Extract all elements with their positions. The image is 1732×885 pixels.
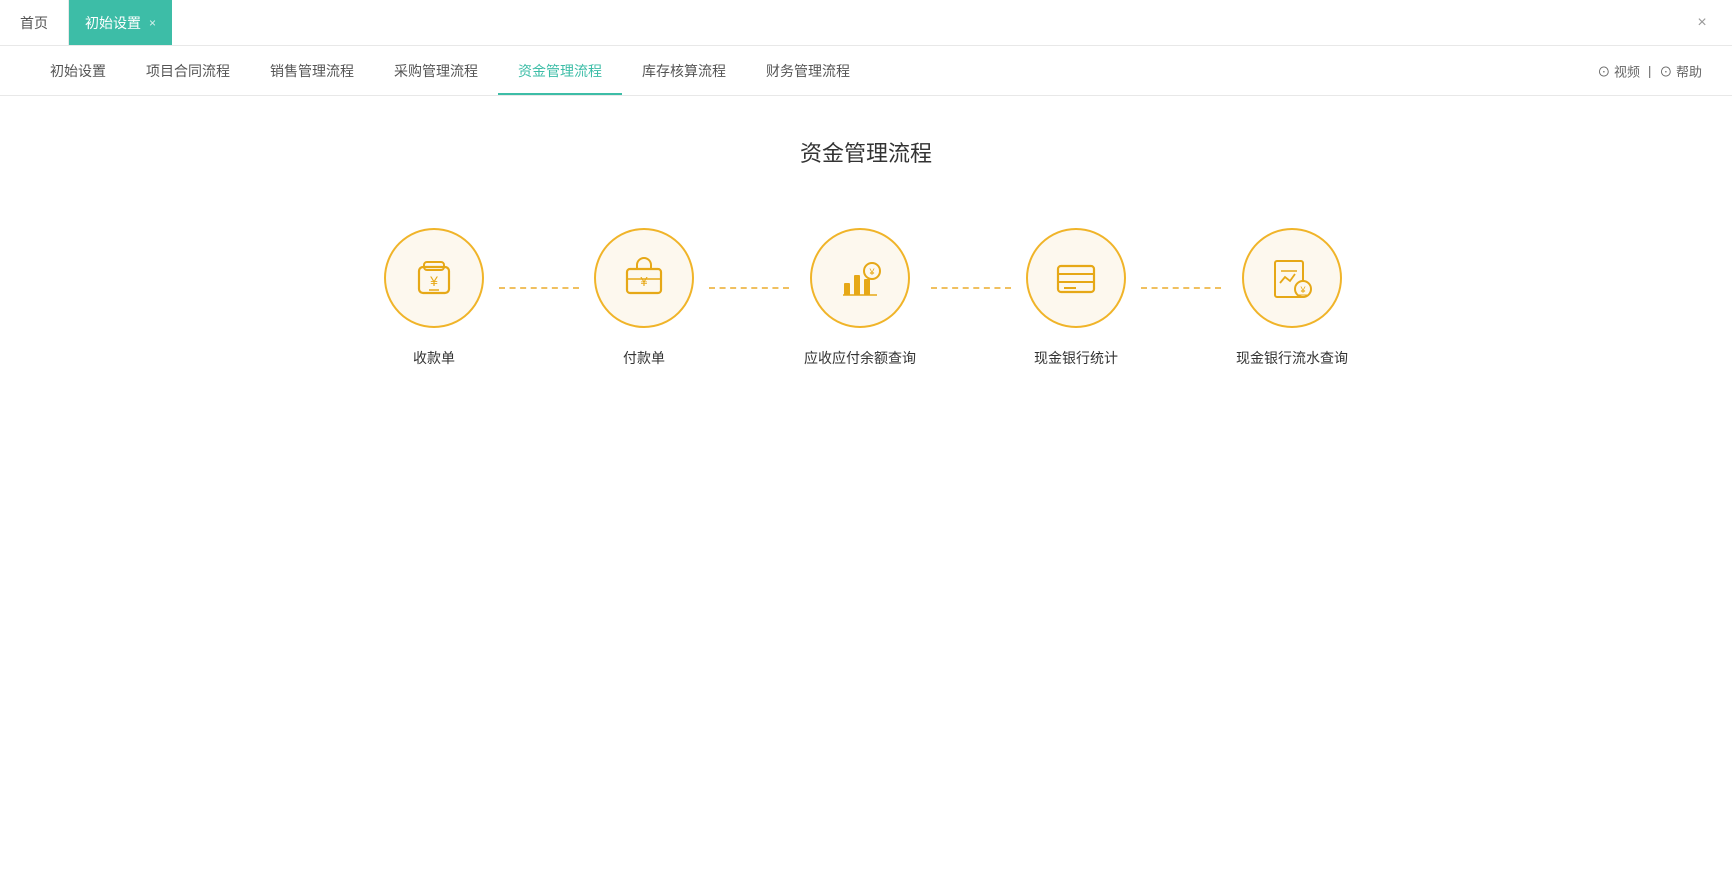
help-link[interactable]: ⊙ 帮助 [1659, 61, 1702, 80]
balance-svg: ¥ [835, 253, 885, 303]
main-content: 资金管理流程 ¥ 收款单 [0, 96, 1732, 885]
nav-right: ⊙ 视频 | ⊙ 帮助 [1597, 61, 1702, 80]
connector-line-2 [709, 287, 789, 289]
nav-item-finance[interactable]: 财务管理流程 [746, 46, 870, 95]
nav-item-project[interactable]: 项目合同流程 [126, 46, 250, 95]
payment-label: 付款单 [623, 348, 665, 368]
receipt-label: 收款单 [413, 348, 455, 368]
svg-text:¥: ¥ [429, 273, 438, 289]
flow-step-statement[interactable]: ¥ 现金银行流水查询 [1236, 228, 1348, 368]
connector-line-3 [931, 287, 1011, 289]
connector-line-4 [1141, 287, 1221, 289]
svg-text:¥: ¥ [868, 267, 875, 277]
flow-diagram: ¥ 收款单 ¥ 付款单 [384, 228, 1348, 368]
nav-item-init[interactable]: 初始设置 [30, 46, 126, 95]
receipt-icon-circle: ¥ [384, 228, 484, 328]
cashbank-svg [1051, 253, 1101, 303]
video-link[interactable]: ⊙ 视频 [1597, 61, 1640, 80]
nav-bar: 初始设置 项目合同流程 销售管理流程 采购管理流程 资金管理流程 库存核算流程 … [0, 46, 1732, 96]
flow-step-cashbank[interactable]: 现金银行统计 [1026, 228, 1126, 368]
cashbank-icon-circle [1026, 228, 1126, 328]
top-right-controls: × [1692, 13, 1712, 33]
connector-2 [694, 287, 804, 289]
nav-item-capital[interactable]: 资金管理流程 [498, 46, 622, 95]
payment-icon-circle: ¥ [594, 228, 694, 328]
nav-divider: | [1648, 63, 1651, 78]
connector-line-1 [499, 287, 579, 289]
page-title: 资金管理流程 [800, 136, 932, 168]
statement-label: 现金银行流水查询 [1236, 348, 1348, 368]
payment-svg: ¥ [619, 253, 669, 303]
connector-1 [484, 287, 594, 289]
tab-close-icon[interactable]: × [149, 16, 156, 30]
flow-step-balance[interactable]: ¥ 应收应付余额查询 [804, 228, 916, 368]
active-tab[interactable]: 初始设置 × [69, 0, 172, 45]
svg-text:¥: ¥ [1299, 285, 1306, 295]
receipt-svg: ¥ [409, 253, 459, 303]
statement-icon-circle: ¥ [1242, 228, 1342, 328]
active-tab-label: 初始设置 [85, 13, 141, 33]
svg-text:¥: ¥ [639, 274, 648, 289]
connector-3 [916, 287, 1026, 289]
statement-svg: ¥ [1267, 253, 1317, 303]
top-bar: 首页 初始设置 × × [0, 0, 1732, 46]
balance-label: 应收应付余额查询 [804, 348, 916, 368]
home-tab[interactable]: 首页 [0, 0, 69, 45]
connector-4 [1126, 287, 1236, 289]
balance-icon-circle: ¥ [810, 228, 910, 328]
cashbank-label: 现金银行统计 [1034, 348, 1118, 368]
nav-item-inventory[interactable]: 库存核算流程 [622, 46, 746, 95]
flow-step-payment[interactable]: ¥ 付款单 [594, 228, 694, 368]
nav-item-sales[interactable]: 销售管理流程 [250, 46, 374, 95]
flow-step-receipt[interactable]: ¥ 收款单 [384, 228, 484, 368]
nav-item-purchase[interactable]: 采购管理流程 [374, 46, 498, 95]
window-close-button[interactable]: × [1692, 13, 1712, 33]
